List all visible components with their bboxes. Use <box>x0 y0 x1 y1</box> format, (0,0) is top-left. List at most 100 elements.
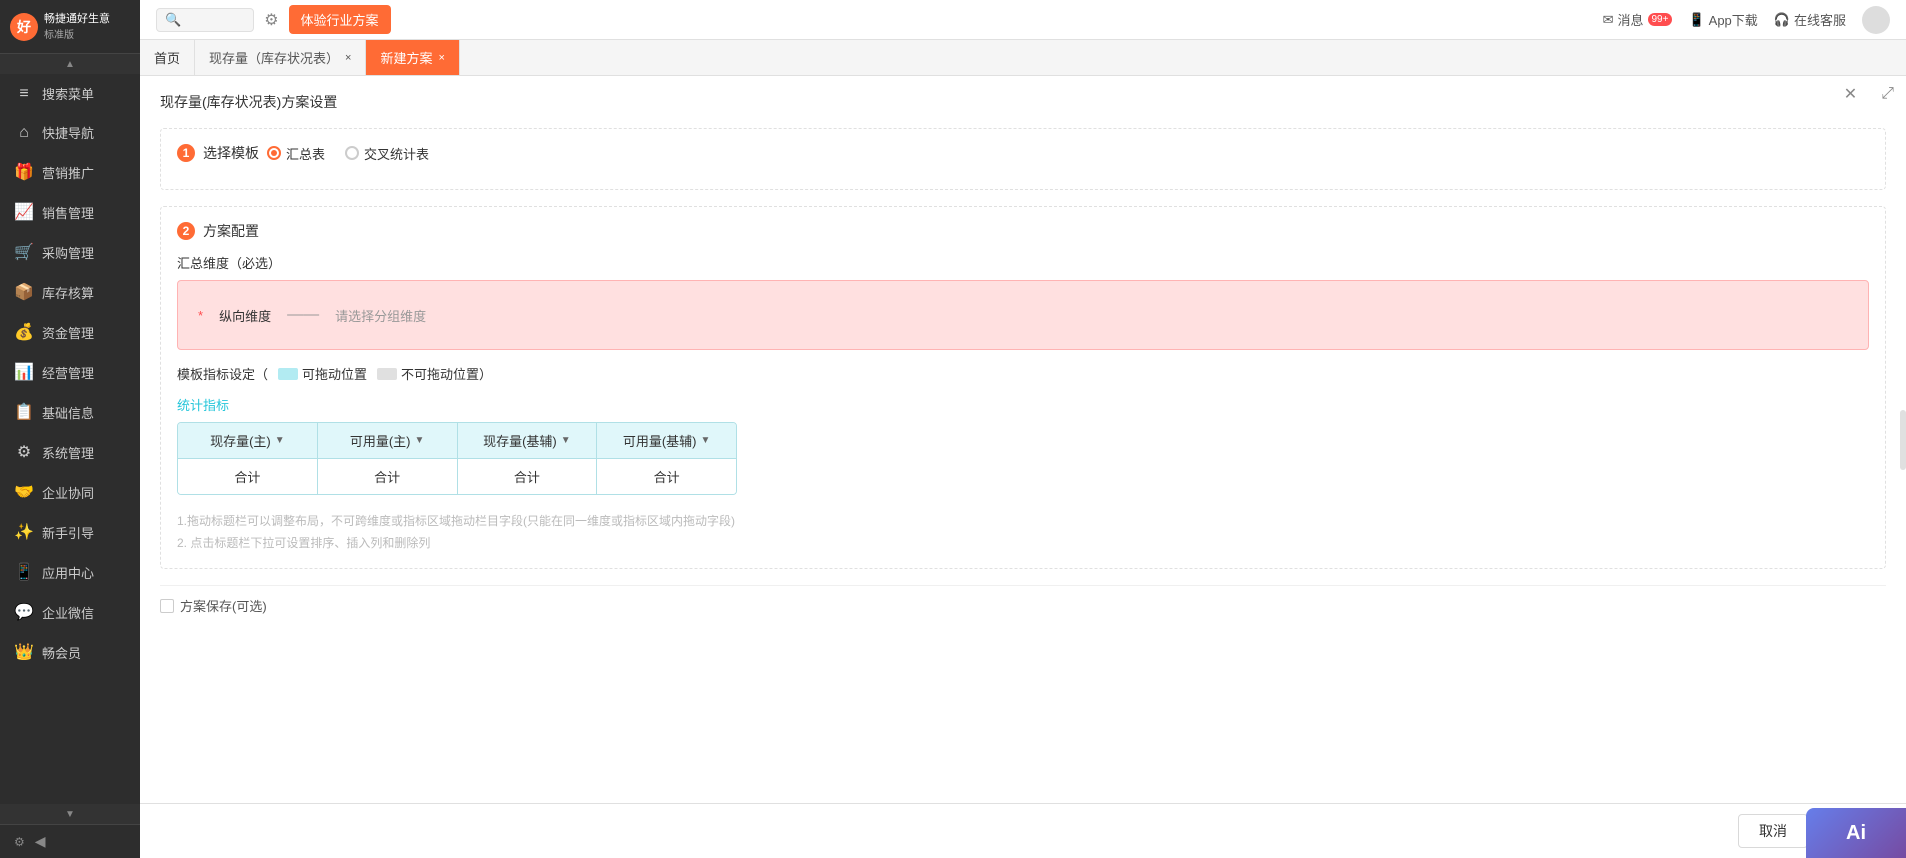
movable-label: 可拖动位置 <box>302 364 367 383</box>
sidebar-item-corp[interactable]: 🤝 企业协同 <box>0 472 140 512</box>
sidebar: 好 畅捷通好生意 标准版 ▲ ≡ 搜索菜单 ⌂ 快捷导航 🎁 营销推广 📈 销售… <box>0 0 140 858</box>
message-item[interactable]: ✉ 消息 99+ <box>1603 10 1673 29</box>
stats-header-cell-1[interactable]: 可用量(主) ▼ <box>318 423 458 458</box>
tab-home[interactable]: 首页 <box>140 40 195 75</box>
chevron-down-icon: ▼ <box>701 435 711 446</box>
marketing-icon: 🎁 <box>14 162 34 182</box>
app-download-item[interactable]: 📱 App下载 <box>1688 10 1757 29</box>
modal-close-button[interactable]: ✕ <box>1832 76 1869 112</box>
search-input[interactable] <box>185 13 245 27</box>
sidebar-item-base-info[interactable]: 📋 基础信息 <box>0 392 140 432</box>
indicator-movable-item: 可拖动位置 <box>278 364 367 383</box>
sidebar-item-sales[interactable]: 📈 销售管理 <box>0 192 140 232</box>
online-service-item[interactable]: 🎧 在线客服 <box>1774 10 1846 29</box>
stats-section: 统计指标 现存量(主) ▼ 可用量(主) ▼ <box>177 395 1869 495</box>
stats-body-cell-0-3: 合计 <box>597 459 736 494</box>
corp-icon: 🤝 <box>14 482 34 502</box>
sales-icon: 📈 <box>14 202 34 222</box>
tip-2: 2. 点击标题栏下拉可设置排序、插入列和删除列 <box>177 533 1869 555</box>
save-label: 方案保存(可选) <box>180 596 267 615</box>
dim-field-row: * 纵向维度 —— 请选择分组维度 <box>198 306 426 325</box>
radio-summary[interactable]: 汇总表 <box>267 144 325 163</box>
sidebar-item-sys[interactable]: ⚙ 系统管理 <box>0 432 140 472</box>
message-label: 消息 <box>1617 10 1643 29</box>
tab-new-scheme-label: 新建方案 <box>380 48 432 67</box>
sidebar-item-inventory[interactable]: 📦 库存核算 <box>0 272 140 312</box>
stats-header-cell-3[interactable]: 可用量(基辅) ▼ <box>597 423 736 458</box>
wechat-icon: 💬 <box>14 602 34 622</box>
stats-header-cell-2[interactable]: 现存量(基辅) ▼ <box>458 423 598 458</box>
sidebar-item-marketing[interactable]: 🎁 营销推广 <box>0 152 140 192</box>
section1-header: 1 选择模板 汇总表 交叉统计表 <box>177 143 1869 163</box>
tab-inventory-status[interactable]: 现存量（库存状况表） × <box>195 40 366 75</box>
tab-home-label: 首页 <box>154 48 180 67</box>
main-area: 🔍 ⚙ 体验行业方案 ✉ 消息 99+ 📱 App下载 🎧 在线客服 <box>140 0 1906 858</box>
sidebar-item-label: 销售管理 <box>42 203 94 222</box>
sidebar-scroll-down[interactable]: ▼ <box>0 804 140 824</box>
sidebar-item-purchase[interactable]: 🛒 采购管理 <box>0 232 140 272</box>
fixed-label: 不可拖动位置） <box>401 364 492 383</box>
tab-new-scheme-close-icon[interactable]: × <box>438 52 444 64</box>
sidebar-item-member[interactable]: 👑 畅会员 <box>0 632 140 672</box>
settings-icon[interactable]: ⚙ <box>14 835 25 849</box>
sidebar-item-wechat[interactable]: 💬 企业微信 <box>0 592 140 632</box>
sidebar-item-new-guide[interactable]: ✨ 新手引导 <box>0 512 140 552</box>
trial-button[interactable]: 体验行业方案 <box>289 5 391 34</box>
sidebar-item-search-menu[interactable]: ≡ 搜索菜单 <box>0 74 140 113</box>
stats-header-row: 现存量(主) ▼ 可用量(主) ▼ 现存量(基辅) ▼ <box>178 423 736 459</box>
chevron-down-icon: ▼ <box>415 435 425 446</box>
sidebar-item-label: 资金管理 <box>42 323 94 342</box>
sidebar-item-app-center[interactable]: 📱 应用中心 <box>0 552 140 592</box>
sidebar-scroll-up[interactable]: ▲ <box>0 54 140 74</box>
stats-body-row-0: 合计 合计 合计 合计 <box>178 459 736 494</box>
section1-num: 1 <box>177 144 195 162</box>
search-menu-icon: ≡ <box>14 85 34 103</box>
dim-arrow: —— <box>287 306 319 324</box>
stats-label: 统计指标 <box>177 395 1869 414</box>
tip-1: 1.拖动标题栏可以调整布局，不可跨维度或指标区域拖动栏目字段(只能在同一维度或指… <box>177 511 1869 533</box>
template-label: 模板指标设定（ <box>177 364 268 383</box>
radio-summary-label: 汇总表 <box>286 144 325 163</box>
modal-controls: ✕ ⤢ <box>1832 76 1906 112</box>
search-icon: 🔍 <box>165 12 181 28</box>
online-service-label: 在线客服 <box>1794 10 1846 29</box>
sidebar-item-label: 搜索菜单 <box>42 84 94 103</box>
message-icon: ✉ <box>1603 12 1614 28</box>
tab-inventory-close-icon[interactable]: × <box>345 52 351 64</box>
section2-header: 2 方案配置 <box>177 221 1869 241</box>
search-box[interactable]: 🔍 <box>156 8 254 32</box>
sidebar-item-finance[interactable]: 💰 资金管理 <box>0 312 140 352</box>
save-checkbox[interactable] <box>160 599 174 613</box>
scrollbar-hint <box>1900 410 1906 470</box>
tab-inventory-status-label: 现存量（库存状况表） <box>209 48 339 67</box>
app-download-icon: 📱 <box>1688 12 1704 28</box>
chevron-down-icon: ▼ <box>561 435 571 446</box>
sidebar-item-ops[interactable]: 📊 经营管理 <box>0 352 140 392</box>
dim-vertical-label: 纵向维度 <box>219 306 271 325</box>
section-scheme-config: 2 方案配置 汇总维度（必选） * 纵向维度 —— 请选择分组维度 <box>160 206 1886 569</box>
help-icon[interactable]: ◀ <box>35 833 46 850</box>
tab-new-scheme[interactable]: 新建方案 × <box>366 40 459 75</box>
sidebar-item-label: 新手引导 <box>42 523 94 542</box>
stats-body-cell-0-1: 合计 <box>318 459 458 494</box>
sidebar-item-label: 系统管理 <box>42 443 94 462</box>
content-area: ✕ ⤢ 现存量(库存状况表)方案设置 1 选择模板 汇总表 <box>140 76 1906 803</box>
sidebar-item-quick-nav[interactable]: ⌂ 快捷导航 <box>0 113 140 152</box>
dim-select-hint[interactable]: 请选择分组维度 <box>335 306 426 325</box>
chevron-down-icon: ▼ <box>275 435 285 446</box>
radio-summary-circle <box>267 146 281 160</box>
radio-cross[interactable]: 交叉统计表 <box>345 144 429 163</box>
sidebar-item-label: 畅会员 <box>42 643 81 662</box>
modal-expand-button[interactable]: ⤢ <box>1869 76 1906 112</box>
sidebar-item-label: 基础信息 <box>42 403 94 422</box>
app-logo: 好 畅捷通好生意 标准版 <box>0 0 140 54</box>
template-indicator: 模板指标设定（ 可拖动位置 不可拖动位置） <box>177 364 1869 383</box>
cancel-button[interactable]: 取消 <box>1738 814 1808 848</box>
section1-title: 选择模板 <box>203 143 259 163</box>
sidebar-item-label: 应用中心 <box>42 563 94 582</box>
message-badge: 99+ <box>1648 13 1673 26</box>
avatar[interactable] <box>1862 6 1890 34</box>
gear-icon[interactable]: ⚙ <box>264 10 278 30</box>
stats-header-cell-0[interactable]: 现存量(主) ▼ <box>178 423 318 458</box>
ai-button[interactable]: Ai <box>1806 808 1906 858</box>
